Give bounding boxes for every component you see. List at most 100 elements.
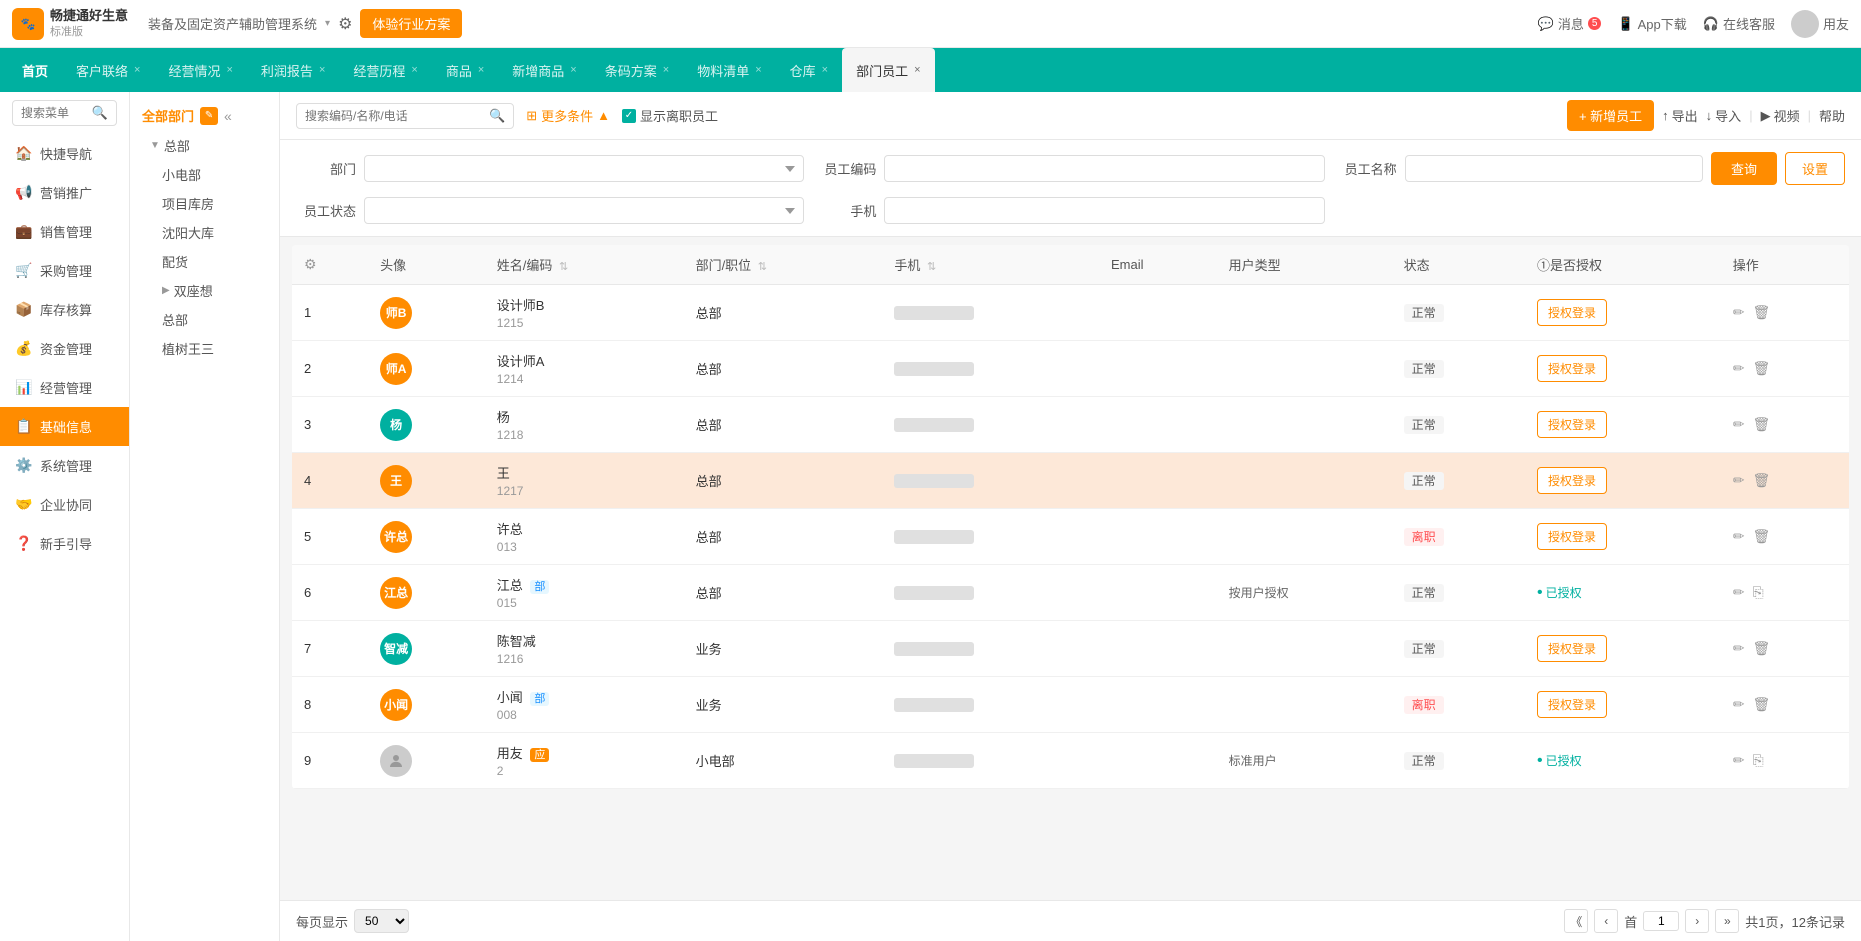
dept-node-shenyang[interactable]: 沈阳大库 (130, 218, 279, 247)
online-service-item[interactable]: 🎧 在线客服 (1703, 14, 1775, 33)
more-filter-btn[interactable]: ⊞ 更多条件 ▲ (526, 106, 610, 125)
auth-button[interactable]: 授权登录 (1537, 299, 1607, 326)
auth-button[interactable]: 授权登录 (1537, 411, 1607, 438)
emp-name-input[interactable] (1405, 155, 1703, 182)
video-btn[interactable]: ▶ 视频 (1761, 106, 1800, 125)
close-icon[interactable]: × (822, 64, 828, 76)
user-item[interactable]: 用友 (1791, 10, 1849, 38)
search-button[interactable]: 查询 (1711, 152, 1777, 185)
delete-icon[interactable]: 🗑 (1753, 360, 1771, 377)
sidebar-item-sales[interactable]: 💼 销售管理 (0, 212, 129, 251)
auth-button[interactable]: 授权登录 (1537, 467, 1607, 494)
dept-node-project-storage[interactable]: 项目库房 (130, 189, 279, 218)
auth-button[interactable]: 授权登录 (1537, 355, 1607, 382)
sidebar-item-basic-info[interactable]: 📋 基础信息 (0, 407, 129, 446)
sidebar-item-capital[interactable]: 💰 资金管理 (0, 329, 129, 368)
edit-icon[interactable]: ✏ (1733, 360, 1745, 377)
dept-node-hq[interactable]: 总部 (130, 305, 279, 334)
export-btn[interactable]: ↑ 导出 (1662, 106, 1698, 125)
message-item[interactable]: 💬 消息 5 (1538, 14, 1602, 33)
delete-icon[interactable]: 🗑 (1753, 416, 1771, 433)
edit-icon[interactable]: ✏ (1733, 584, 1745, 601)
add-employee-button[interactable]: + 新增员工 (1567, 100, 1654, 131)
sidebar-item-marketing[interactable]: 📢 营销推广 (0, 173, 129, 212)
edit-icon[interactable]: ✏ (1733, 472, 1745, 489)
dept-all-label[interactable]: 全部部门 (142, 106, 194, 125)
sidebar-search-input[interactable] (21, 106, 88, 120)
dept-select[interactable] (364, 155, 804, 182)
edit-icon[interactable]: ✏ (1733, 416, 1745, 433)
chevron-down-icon[interactable]: ▾ (325, 18, 330, 29)
tab-goods[interactable]: 商品 × (432, 48, 498, 92)
show-resigned-checkbox[interactable]: ✓ (622, 109, 636, 123)
sort-icon[interactable]: ⇅ (559, 261, 568, 273)
edit-icon[interactable]: ✏ (1733, 696, 1745, 713)
search-input[interactable] (305, 109, 485, 123)
edit-icon[interactable]: ✏ (1733, 304, 1745, 321)
help-btn[interactable]: 帮助 (1819, 106, 1845, 125)
first-page-btn[interactable]: 《 (1564, 909, 1588, 933)
sidebar-item-guide[interactable]: ❓ 新手引导 (0, 524, 129, 563)
sort-icon[interactable]: ⇅ (927, 261, 936, 273)
tab-history[interactable]: 经营历程 × (339, 48, 431, 92)
close-icon[interactable]: × (914, 64, 920, 76)
sort-icon[interactable]: ⇅ (758, 261, 767, 273)
close-icon[interactable]: × (755, 64, 761, 76)
tab-operation[interactable]: 经营情况 × (154, 48, 246, 92)
close-icon[interactable]: × (478, 64, 484, 76)
reset-button[interactable]: 设置 (1785, 152, 1845, 185)
dept-collapse-icon[interactable]: « (224, 108, 232, 124)
tab-barcode[interactable]: 条码方案 × (591, 48, 683, 92)
tab-bom[interactable]: 物料清单 × (683, 48, 775, 92)
edit-icon[interactable]: ✏ (1733, 752, 1745, 769)
dept-node-distribution[interactable]: 配货 (130, 247, 279, 276)
delete-icon[interactable]: 🗑 (1753, 528, 1771, 545)
sidebar-item-quick-nav[interactable]: 🏠 快捷导航 (0, 134, 129, 173)
sidebar-item-inventory[interactable]: 📦 库存核算 (0, 290, 129, 329)
copy-icon[interactable]: ⎘ (1753, 752, 1764, 769)
tab-profit[interactable]: 利润报告 × (247, 48, 339, 92)
dept-node-plant[interactable]: 植树王三 (130, 334, 279, 363)
phone-input[interactable] (884, 197, 1324, 224)
tab-home[interactable]: 首页 (8, 48, 62, 92)
sidebar-item-purchase[interactable]: 🛒 采购管理 (0, 251, 129, 290)
close-icon[interactable]: × (663, 64, 669, 76)
close-icon[interactable]: × (411, 64, 417, 76)
close-icon[interactable]: × (319, 64, 325, 76)
sidebar-search-wrap[interactable]: 🔍 (12, 100, 117, 126)
delete-icon[interactable]: 🗑 (1753, 640, 1771, 657)
delete-icon[interactable]: 🗑 (1753, 472, 1771, 489)
dept-node-shuang[interactable]: ▶ 双座想 (130, 276, 279, 305)
page-size-select[interactable]: 50 100 200 (354, 909, 409, 933)
tab-warehouse[interactable]: 仓库 × (776, 48, 842, 92)
next-page-btn[interactable]: › (1685, 909, 1709, 933)
dept-edit-icon[interactable]: ✎ (200, 107, 218, 125)
close-icon[interactable]: × (134, 64, 140, 76)
trial-button[interactable]: 体验行业方案 (360, 9, 462, 38)
auth-button[interactable]: 授权登录 (1537, 635, 1607, 662)
sidebar-item-operation[interactable]: 📊 经营管理 (0, 368, 129, 407)
close-icon[interactable]: × (226, 64, 232, 76)
page-input[interactable] (1643, 911, 1679, 931)
delete-icon[interactable]: 🗑 (1753, 696, 1771, 713)
emp-code-input[interactable] (884, 155, 1324, 182)
copy-icon[interactable]: ⎘ (1753, 584, 1764, 601)
edit-icon[interactable]: ✏ (1733, 528, 1745, 545)
show-resigned-wrap[interactable]: ✓ 显示离职员工 (622, 106, 718, 125)
prev-page-btn[interactable]: ‹ (1594, 909, 1618, 933)
sidebar-item-cooperation[interactable]: 🤝 企业协同 (0, 485, 129, 524)
emp-status-select[interactable] (364, 197, 804, 224)
last-page-btn[interactable]: » (1715, 909, 1739, 933)
dept-node-general[interactable]: ▼ 总部 (130, 131, 279, 160)
auth-button[interactable]: 授权登录 (1537, 523, 1607, 550)
tab-customer[interactable]: 客户联络 × (62, 48, 154, 92)
close-icon[interactable]: × (570, 64, 576, 76)
delete-icon[interactable]: 🗑 (1753, 304, 1771, 321)
sidebar-item-system[interactable]: ⚙️ 系统管理 (0, 446, 129, 485)
settings-icon[interactable]: ⚙ (338, 14, 352, 34)
tab-dept-staff[interactable]: 部门员工 × (842, 48, 934, 92)
column-settings-icon[interactable]: ⚙ (304, 256, 317, 272)
import-btn[interactable]: ↓ 导入 (1706, 106, 1742, 125)
edit-icon[interactable]: ✏ (1733, 640, 1745, 657)
dept-node-xiao-electric[interactable]: 小电部 (130, 160, 279, 189)
